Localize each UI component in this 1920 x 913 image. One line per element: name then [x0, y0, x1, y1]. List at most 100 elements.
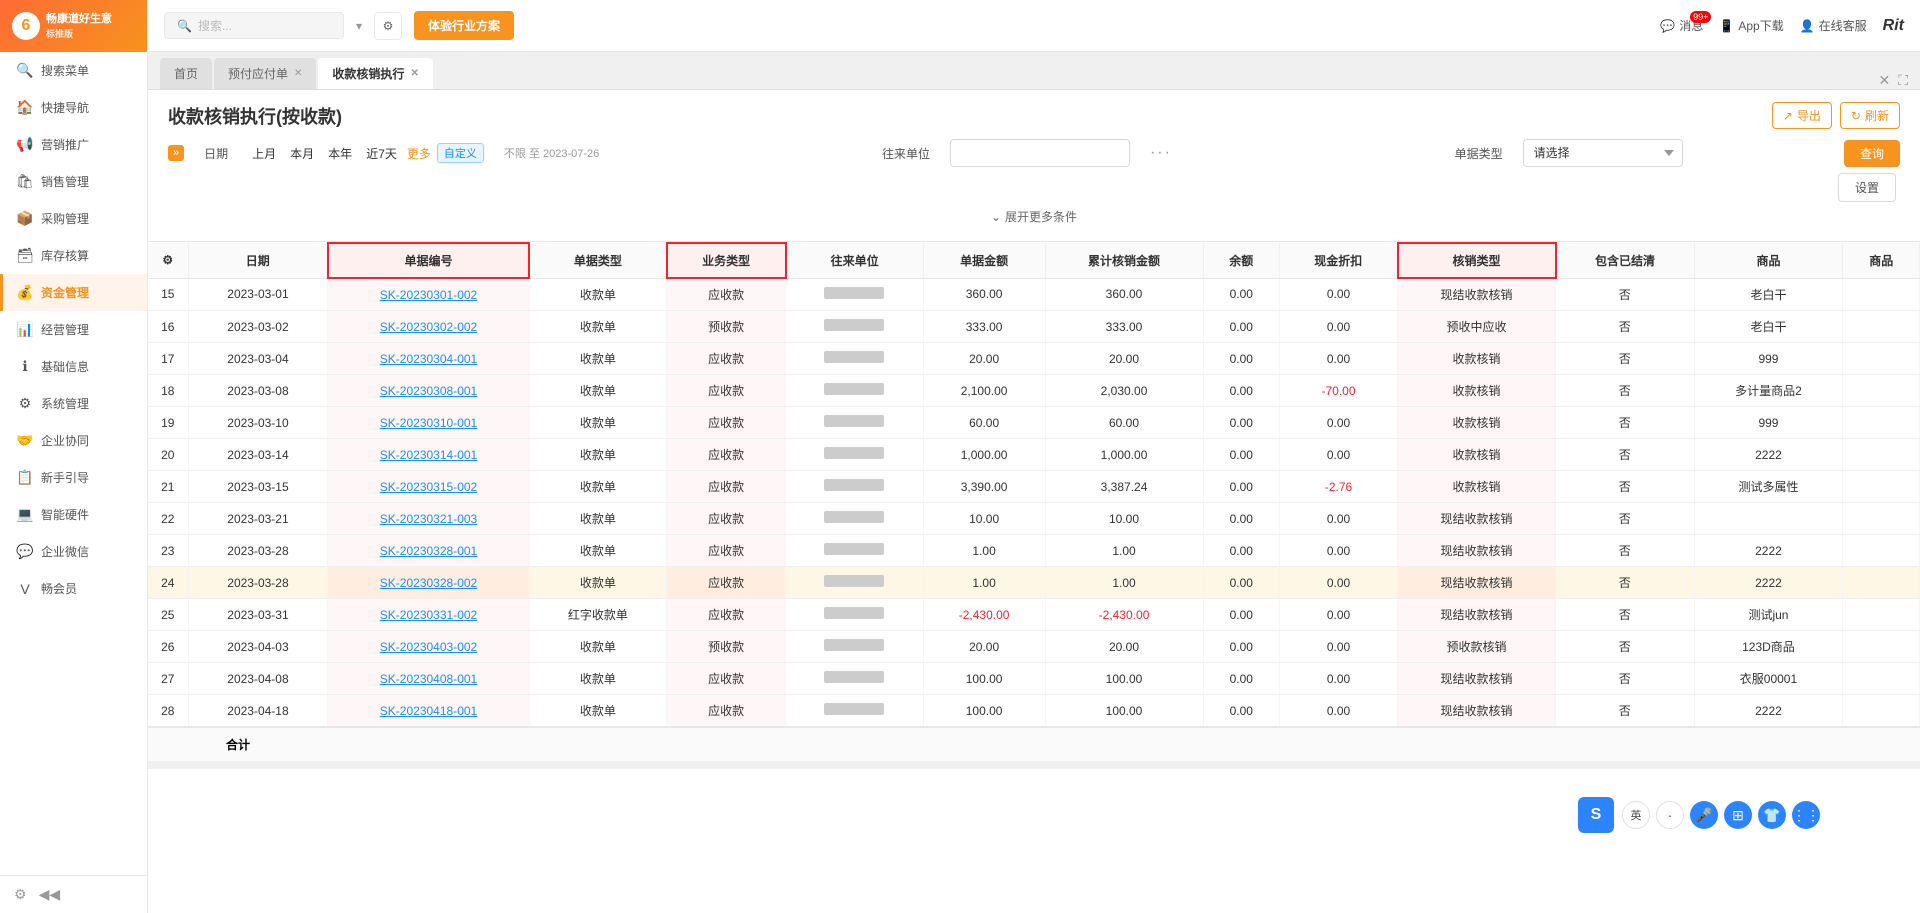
docno-link[interactable]: SK-20230314-001 [380, 448, 477, 462]
cell-date: 2023-03-02 [188, 311, 328, 343]
cell-biztype: 预收款 [667, 311, 786, 343]
brand-icon-grid[interactable]: ⊞ [1724, 801, 1752, 829]
docno-link[interactable]: SK-20230331-002 [380, 608, 477, 622]
expand-more-btn[interactable]: ⌄ 展开更多条件 [991, 208, 1077, 225]
cell-docno[interactable]: SK-20230331-002 [328, 599, 529, 631]
sidebar-item-wechat[interactable]: 💬企业微信 [0, 533, 147, 570]
brand-icon-mic[interactable]: 🎤 [1690, 801, 1718, 829]
tab-close-prepay[interactable]: ✕ [294, 68, 302, 79]
cell-partner [786, 375, 924, 407]
docno-link[interactable]: SK-20230321-003 [380, 512, 477, 526]
docno-link[interactable]: SK-20230304-001 [380, 352, 477, 366]
sidebar-item-basic[interactable]: ℹ基础信息 [0, 348, 147, 385]
docno-link[interactable]: SK-20230408-001 [380, 672, 477, 686]
filter-this-month[interactable]: 本月 [286, 143, 318, 164]
filter-custom-btn[interactable]: 自定义 [437, 143, 484, 163]
filter-toggle-btn[interactable]: » [168, 145, 184, 161]
sidebar-item-system[interactable]: ⚙系统管理 [0, 385, 147, 422]
industry-btn[interactable]: 体验行业方案 [414, 11, 514, 40]
cell-verifytype: 收款核销 [1398, 439, 1556, 471]
cell-docno[interactable]: SK-20230403-002 [328, 631, 529, 663]
cell-biztype: 应收款 [667, 343, 786, 375]
brand-icon-apps[interactable]: ⋮⋮ [1792, 801, 1820, 829]
cell-docno[interactable]: SK-20230310-001 [328, 407, 529, 439]
filter-last-month[interactable]: 上月 [248, 143, 280, 164]
sidebar-item-sales[interactable]: 🛍销售管理 [0, 163, 147, 200]
settings-icon[interactable]: ⚙ [14, 886, 27, 903]
cell-docno[interactable]: SK-20230304-001 [328, 343, 529, 375]
filter-setting-btn[interactable]: 设置 [1838, 173, 1896, 202]
sidebar-item-enterprise[interactable]: 🤝企业协同 [0, 422, 147, 459]
topbar-gear-btn[interactable]: ⚙ [374, 12, 402, 40]
table-body: 152023-03-01SK-20230301-002收款单应收款360.003… [148, 278, 1920, 727]
tab-home[interactable]: 首页 [160, 58, 212, 89]
cell-docno[interactable]: SK-20230408-001 [328, 663, 529, 695]
brand-icon-dot[interactable]: · [1656, 801, 1684, 829]
sidebar-item-hardware[interactable]: 💻智能硬件 [0, 496, 147, 533]
sidebar-item-guide[interactable]: 📋新手引导 [0, 459, 147, 496]
filter-doctype-select[interactable]: 请选择 [1523, 139, 1683, 167]
cell-docno[interactable]: SK-20230315-002 [328, 471, 529, 503]
cell-docno[interactable]: SK-20230321-003 [328, 503, 529, 535]
cell-doctype: 收款单 [529, 631, 667, 663]
docno-link[interactable]: SK-20230418-001 [380, 704, 477, 718]
sidebar-item-purchase[interactable]: 📦采购管理 [0, 200, 147, 237]
tab-close-verify[interactable]: ✕ [410, 68, 418, 79]
docno-link[interactable]: SK-20230328-001 [380, 544, 477, 558]
collapse-icon[interactable]: ◀◀ [39, 886, 61, 903]
filter-partner-input[interactable] [950, 139, 1130, 167]
tab-label-home: 首页 [174, 65, 198, 82]
filter-7days[interactable]: 近7天 [362, 143, 401, 164]
filter-query-btn[interactable]: 查询 [1844, 140, 1900, 167]
export-btn[interactable]: ↗ 导出 [1772, 102, 1832, 129]
docno-link[interactable]: SK-20230310-001 [380, 416, 477, 430]
footer-label: 合计 [148, 727, 328, 761]
brand-icon-shirt[interactable]: 👕 [1758, 801, 1786, 829]
sidebar-item-search[interactable]: 🔍搜索菜单 [0, 52, 147, 89]
refresh-btn[interactable]: ↻ 刷新 [1840, 102, 1900, 129]
app-download-btn[interactable]: 📱 App下载 [1719, 17, 1783, 34]
topbar-chevron[interactable]: ▾ [356, 19, 362, 33]
sidebar-item-member[interactable]: V畅会员 [0, 570, 147, 607]
message-btn[interactable]: 💬 消息 99+ [1660, 17, 1703, 34]
sidebar-item-capital[interactable]: 💰资金管理 [0, 274, 147, 311]
horizontal-scrollbar[interactable] [148, 761, 1920, 769]
filter-this-year[interactable]: 本年 [324, 143, 356, 164]
docno-link[interactable]: SK-20230302-002 [380, 320, 477, 334]
filter-expand-icon[interactable]: » [168, 145, 184, 161]
cell-docno[interactable]: SK-20230301-002 [328, 278, 529, 311]
docno-link[interactable]: SK-20230328-002 [380, 576, 477, 590]
close-window-icon[interactable]: ✕ [1878, 72, 1890, 89]
content-area: 收款核销执行(按收款) ↗ 导出 ↻ 刷新 » 日期 上月 [148, 90, 1920, 913]
user-avatar[interactable]: Rit [1883, 17, 1904, 35]
docno-link[interactable]: SK-20230308-001 [380, 384, 477, 398]
refresh-icon: ↻ [1851, 109, 1861, 123]
cell-discount: 0.00 [1279, 535, 1397, 567]
cell-docno[interactable]: SK-20230314-001 [328, 439, 529, 471]
cell-date: 2023-03-01 [188, 278, 328, 311]
sidebar-item-inventory[interactable]: 🗃库存核算 [0, 237, 147, 274]
tab-prepay[interactable]: 预付应付单✕ [214, 58, 316, 89]
cell-verified: -2,430.00 [1045, 599, 1203, 631]
service-btn[interactable]: 👤 在线客服 [1800, 17, 1867, 34]
cell-docno[interactable]: SK-20230302-002 [328, 311, 529, 343]
cell-docno[interactable]: SK-20230328-001 [328, 535, 529, 567]
docno-link[interactable]: SK-20230403-002 [380, 640, 477, 654]
cell-balance: 0.00 [1203, 311, 1279, 343]
sidebar-item-operation[interactable]: 📊经营管理 [0, 311, 147, 348]
cell-verified: 3,387.24 [1045, 471, 1203, 503]
sidebar-item-quicknav[interactable]: 🏠快捷导航 [0, 89, 147, 126]
docno-link[interactable]: SK-20230315-002 [380, 480, 477, 494]
brand-icon-text[interactable]: 英 [1622, 801, 1650, 829]
filter-more-btn[interactable]: 更多 [407, 145, 431, 162]
cell-docno[interactable]: SK-20230328-002 [328, 567, 529, 599]
tab-verify[interactable]: 收款核销执行✕ [318, 58, 432, 89]
filter-dots[interactable]: ··· [1150, 144, 1172, 162]
cell-includefinal: 否 [1556, 471, 1694, 503]
cell-docno[interactable]: SK-20230308-001 [328, 375, 529, 407]
maximize-icon[interactable]: ⛶ [1898, 72, 1908, 89]
cell-docno[interactable]: SK-20230418-001 [328, 695, 529, 728]
sidebar-item-marketing[interactable]: 📢营销推广 [0, 126, 147, 163]
topbar-search[interactable]: 🔍 搜索... [164, 12, 344, 39]
docno-link[interactable]: SK-20230301-002 [380, 288, 477, 302]
